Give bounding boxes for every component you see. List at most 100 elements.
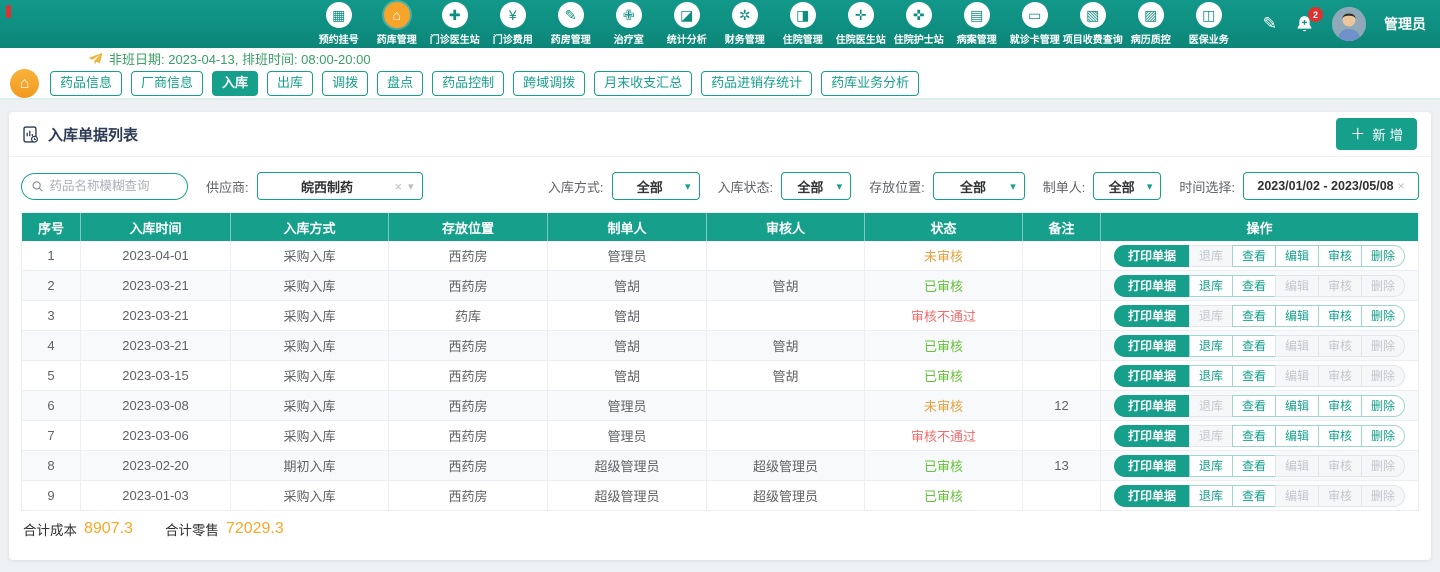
inbound-list-card: 入库单据列表 ＋新 增 供应商: 皖西制药 × ▾ 入库方式: — [9, 112, 1431, 560]
view-button[interactable]: 查看 — [1231, 364, 1276, 387]
nav-item-12[interactable]: ▭ 就诊卡管理 — [1007, 2, 1063, 46]
column-header: 入库时间 — [81, 213, 231, 241]
search-input[interactable] — [49, 179, 177, 193]
nav-item-5[interactable]: ✙ 治疗室 — [601, 2, 657, 46]
view-button[interactable]: 查看 — [1231, 454, 1276, 477]
table-row: 6 2023-03-08 采购入库 西药房 管理员 未审核 12 打印单据 退库 查看 编辑 审核 删除 — [22, 391, 1418, 421]
return-stock-button[interactable]: 退库 — [1188, 454, 1233, 477]
status-select[interactable]: 全部 ▾ — [781, 172, 852, 200]
method-label: 入库方式: — [547, 179, 604, 195]
view-button[interactable]: 查看 — [1231, 334, 1276, 357]
main-content: 入库单据列表 ＋新 增 供应商: 皖西制药 × ▾ 入库方式: — [0, 100, 1440, 560]
edit-button[interactable]: 编辑 — [1275, 424, 1320, 447]
nav-item-2[interactable]: ✚ 门诊医生站 — [427, 2, 483, 46]
nav-item-3[interactable]: ¥ 门诊费用 — [485, 2, 541, 46]
insurance-icon: ◫ — [1195, 2, 1222, 28]
print-receipt-button[interactable]: 打印单据 — [1113, 364, 1190, 387]
edit-button[interactable]: 编辑 — [1275, 244, 1320, 267]
print-receipt-button[interactable]: 打印单据 — [1113, 424, 1190, 447]
avatar[interactable] — [1332, 7, 1366, 41]
statistics-icon: ◪ — [673, 2, 700, 28]
print-receipt-button[interactable]: 打印单据 — [1113, 304, 1190, 327]
delete-button[interactable]: 删除 — [1361, 424, 1406, 447]
cell-location: 药库 — [389, 301, 548, 330]
audit-button[interactable]: 审核 — [1318, 394, 1363, 417]
delete-button[interactable]: 删除 — [1361, 304, 1406, 327]
nav-item-11[interactable]: ▤ 病案管理 — [949, 2, 1005, 46]
cell-date: 2023-01-03 — [81, 481, 231, 510]
nav-item-15[interactable]: ◫ 医保业务 — [1181, 2, 1237, 46]
total-retail-label: 合计零售 — [164, 523, 219, 538]
nav-item-1[interactable]: ⌂ 药库管理 — [369, 2, 425, 46]
cell-method: 采购入库 — [231, 241, 389, 270]
tab-item-5[interactable]: 盘点 — [377, 71, 424, 96]
delete-button[interactable]: 删除 — [1361, 394, 1406, 417]
nav-item-4[interactable]: ✎ 药房管理 — [543, 2, 599, 46]
tab-item-4[interactable]: 调拨 — [322, 71, 369, 96]
print-receipt-button[interactable]: 打印单据 — [1113, 274, 1190, 297]
notification-badge: 2 — [1308, 7, 1323, 22]
edit-button[interactable]: 编辑 — [1275, 304, 1320, 327]
print-receipt-button[interactable]: 打印单据 — [1113, 244, 1190, 267]
audit-button[interactable]: 审核 — [1318, 304, 1363, 327]
return-stock-button[interactable]: 退库 — [1188, 334, 1233, 357]
tab-item-10[interactable]: 药库业务分析 — [821, 71, 920, 96]
status-badge: 已审核 — [865, 451, 1023, 480]
clear-icon[interactable]: × — [1398, 179, 1405, 193]
window-accent — [6, 5, 11, 18]
clear-icon[interactable]: × — [394, 179, 402, 194]
nav-item-8[interactable]: ◨ 住院管理 — [775, 2, 831, 46]
return-stock-button[interactable]: 退库 — [1188, 484, 1233, 507]
audit-button: 审核 — [1318, 484, 1363, 507]
view-button[interactable]: 查看 — [1231, 394, 1276, 417]
view-button[interactable]: 查看 — [1231, 274, 1276, 297]
view-button[interactable]: 查看 — [1231, 484, 1276, 507]
print-receipt-button[interactable]: 打印单据 — [1113, 394, 1190, 417]
tab-item-8[interactable]: 月末收支汇总 — [594, 71, 693, 96]
location-select[interactable]: 全部 ▾ — [932, 172, 1025, 200]
app-root: ▦ 预约挂号 ⌂ 药库管理 ✚ 门诊医生站 ¥ 门诊费用 ✎ 药房管理 ✙ 治疗室 ◪ 统计分析 ✲ 财务管理… — [0, 0, 1440, 560]
cell-method: 采购入库 — [231, 271, 389, 300]
cell-date: 2023-03-21 — [81, 271, 231, 300]
time-label: 时间选择: — [1179, 179, 1235, 195]
nav-item-0[interactable]: ▦ 预约挂号 — [311, 2, 367, 46]
delete-button[interactable]: 删除 — [1361, 244, 1406, 267]
edit-pencil-icon[interactable]: ✎ — [1263, 14, 1277, 34]
return-stock-button[interactable]: 退库 — [1188, 274, 1233, 297]
view-button[interactable]: 查看 — [1231, 424, 1276, 447]
nav-item-7[interactable]: ✲ 财务管理 — [717, 2, 773, 46]
return-stock-button[interactable]: 退库 — [1188, 364, 1233, 387]
nav-item-10[interactable]: ✜ 住院护士站 — [891, 2, 947, 46]
tab-item-6[interactable]: 药品控制 — [432, 71, 505, 96]
view-button[interactable]: 查看 — [1231, 244, 1276, 267]
nav-item-9[interactable]: ✛ 住院医生站 — [833, 2, 889, 46]
tab-item-2[interactable]: 入库 — [212, 71, 259, 96]
creator-select[interactable]: 全部 ▾ — [1093, 172, 1162, 200]
cell-creator: 管理员 — [548, 391, 707, 420]
print-receipt-button[interactable]: 打印单据 — [1113, 484, 1190, 507]
audit-button[interactable]: 审核 — [1318, 424, 1363, 447]
nav-item-14[interactable]: ▨ 病历质控 — [1123, 2, 1179, 46]
tab-item-3[interactable]: 出库 — [267, 71, 314, 96]
cell-auditor: 管胡 — [707, 331, 865, 360]
nav-item-6[interactable]: ◪ 统计分析 — [659, 2, 715, 46]
add-button[interactable]: ＋新 增 — [1336, 118, 1417, 150]
tab-item-1[interactable]: 厂商信息 — [131, 71, 204, 96]
tab-item-7[interactable]: 跨域调拨 — [513, 71, 586, 96]
view-button[interactable]: 查看 — [1231, 304, 1276, 327]
notifications-button[interactable]: 2 — [1295, 7, 1323, 34]
audit-button[interactable]: 审核 — [1318, 244, 1363, 267]
method-select[interactable]: 全部 ▾ — [611, 172, 700, 200]
action-button-group: 打印单据 退库 查看 编辑 审核 删除 — [1113, 304, 1406, 327]
tab-item-0[interactable]: 药品信息 — [50, 71, 123, 96]
supplier-select[interactable]: 皖西制药 × ▾ — [256, 172, 423, 200]
print-receipt-button[interactable]: 打印单据 — [1113, 454, 1190, 477]
print-receipt-button[interactable]: 打印单据 — [1113, 334, 1190, 357]
date-range-picker[interactable]: 2023/01/02 - 2023/05/08 × — [1243, 172, 1419, 200]
edit-button[interactable]: 编辑 — [1275, 394, 1320, 417]
search-box[interactable] — [21, 172, 188, 200]
nav-item-13[interactable]: ▧ 项目收费查询 — [1063, 2, 1123, 46]
tab-item-9[interactable]: 药品进销存统计 — [701, 71, 813, 96]
return-stock-button: 退库 — [1188, 304, 1233, 327]
home-button[interactable]: ⌂ — [10, 69, 39, 98]
